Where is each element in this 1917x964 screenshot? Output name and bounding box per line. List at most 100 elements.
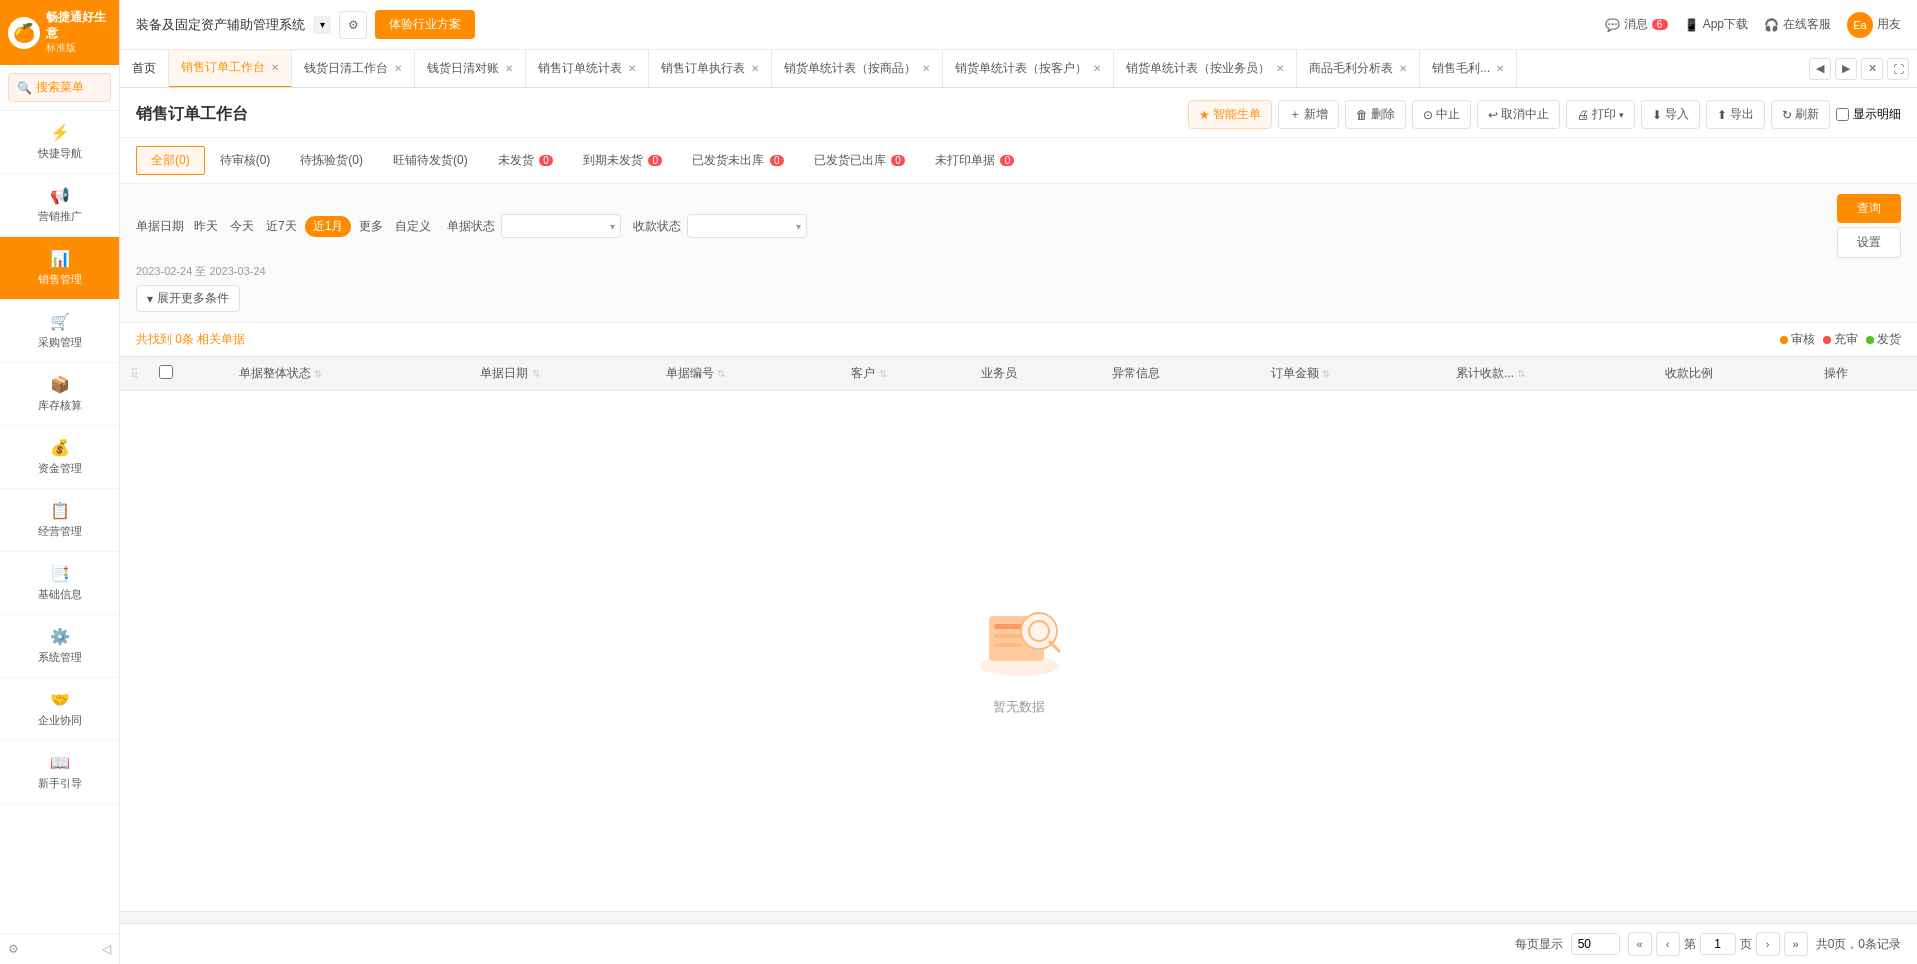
col-status[interactable]: 单据整体状态 ⇅	[229, 357, 471, 391]
tab-close-gross-margin[interactable]: ✕	[1399, 63, 1407, 74]
tab-scroll-left[interactable]: ◀	[1809, 58, 1831, 80]
filter-tab-wangpu[interactable]: 旺铺待发货(0)	[378, 146, 483, 175]
import-button[interactable]: ⬇ 导入	[1641, 100, 1700, 129]
filter-actions: 查询 设置	[1837, 194, 1901, 258]
tab-sales-stat[interactable]: 销售订单统计表 ✕	[526, 50, 649, 88]
per-page-select[interactable]: 50 20 100	[1571, 933, 1620, 955]
settings-button[interactable]: ⚙	[339, 11, 367, 39]
print-button[interactable]: 🖨 打印 ▾	[1566, 100, 1635, 129]
col-amount[interactable]: 订单金额 ⇅	[1261, 357, 1447, 391]
payment-select[interactable]	[687, 214, 807, 238]
show-detail-checkbox[interactable]	[1836, 108, 1849, 121]
sidebar-item-inventory[interactable]: 📦 库存核算	[0, 363, 119, 426]
tab-close-sales-more[interactable]: ✕	[1496, 63, 1504, 74]
add-button[interactable]: ＋ 新增	[1278, 100, 1339, 129]
refresh-button[interactable]: ↻ 刷新	[1771, 100, 1830, 129]
col-date[interactable]: 单据日期 ⇅	[470, 357, 656, 391]
review-batch-button[interactable]: 审核	[1780, 331, 1815, 348]
tab-sales-sum-product[interactable]: 销货单统计表（按商品） ✕	[772, 50, 943, 88]
tab-fullscreen[interactable]: ⛶	[1887, 58, 1909, 80]
ship-batch-button[interactable]: 发货	[1866, 331, 1901, 348]
expand-button[interactable]: ▾ 展开更多条件	[136, 285, 240, 312]
unreviewed-batch-button[interactable]: 充审	[1823, 331, 1858, 348]
page-number-input[interactable]	[1700, 933, 1736, 955]
collapse-icon[interactable]: ◁	[102, 942, 111, 956]
message-action[interactable]: 💬 消息 6	[1605, 16, 1668, 33]
date-opt-custom[interactable]: 自定义	[391, 216, 435, 237]
main-content: 装备及固定资产辅助管理系统 ▾ ⚙ 体验行业方案 💬 消息 6 📱 App下载 …	[120, 0, 1917, 964]
tab-close-sales-exec[interactable]: ✕	[751, 63, 759, 74]
sidebar-item-sys-mgmt[interactable]: ⚙️ 系统管理	[0, 615, 119, 678]
filter-tab-expired[interactable]: 到期未发货 0	[568, 146, 677, 175]
tab-close-sales-sum-staff[interactable]: ✕	[1276, 63, 1284, 74]
page-prev-button[interactable]: ‹	[1656, 932, 1680, 956]
tab-home[interactable]: 首页	[120, 50, 169, 88]
filter-setting-button[interactable]: 设置	[1837, 227, 1901, 258]
date-opt-1month[interactable]: 近1月	[305, 216, 352, 237]
status-select[interactable]	[501, 214, 621, 238]
sidebar-item-purchase[interactable]: 🛒 采购管理	[0, 300, 119, 363]
tab-close-all[interactable]: ✕	[1861, 58, 1883, 80]
sidebar-item-base-info[interactable]: 📑 基础信息	[0, 552, 119, 615]
col-customer[interactable]: 客户 ⇅	[841, 357, 970, 391]
date-opt-yesterday[interactable]: 昨天	[190, 216, 222, 237]
stop-button[interactable]: ⊙ 中止	[1412, 100, 1471, 129]
tab-sales-exec[interactable]: 销售订单执行表 ✕	[649, 50, 772, 88]
export-button[interactable]: ⬆ 导出	[1706, 100, 1765, 129]
tab-close-sales-stat[interactable]: ✕	[628, 63, 636, 74]
system-dropdown-button[interactable]: ▾	[313, 16, 331, 34]
horizontal-scrollbar[interactable]	[120, 911, 1917, 923]
filter-tab-not-printed[interactable]: 未打印单据 0	[920, 146, 1029, 175]
sidebar-item-guide[interactable]: 📖 新手引导	[0, 741, 119, 804]
cancel-stop-button[interactable]: ↩ 取消中止	[1477, 100, 1560, 129]
filter-tab-pending-inspect[interactable]: 待拣验货(0)	[285, 146, 378, 175]
tab-cash-daily[interactable]: 钱货日清工作台 ✕	[292, 50, 415, 88]
filter-tab-not-shipped[interactable]: 未发货 0	[483, 146, 568, 175]
app-download-action[interactable]: 📱 App下载	[1684, 16, 1748, 33]
online-service-action[interactable]: 🎧 在线客服	[1764, 16, 1831, 33]
message-icon: 💬	[1605, 18, 1620, 32]
col-number[interactable]: 单据编号 ⇅	[656, 357, 842, 391]
workspace-header: 销售订单工作台 ★ 智能生单 ＋ 新增 🗑 删除 ⊙	[120, 88, 1917, 138]
sidebar-item-ops[interactable]: 📋 经营管理	[0, 489, 119, 552]
sidebar-item-marketing[interactable]: 📢 营销推广	[0, 174, 119, 237]
col-collected[interactable]: 累计收款... ⇅	[1446, 357, 1655, 391]
sidebar-item-enterprise[interactable]: 🤝 企业协同	[0, 678, 119, 741]
tab-close-sales-order[interactable]: ✕	[271, 62, 279, 73]
industry-btn[interactable]: 体验行业方案	[375, 10, 475, 39]
page-first-button[interactable]: «	[1628, 932, 1652, 956]
sidebar-item-quick-nav[interactable]: ⚡ 快捷导航	[0, 111, 119, 174]
tab-cash-reconcile[interactable]: 钱货日清对账 ✕	[415, 50, 526, 88]
page-last-button[interactable]: »	[1784, 932, 1808, 956]
tab-sales-order[interactable]: 销售订单工作台 ✕	[169, 50, 292, 88]
filter-tab-pending-review[interactable]: 待审核(0)	[205, 146, 286, 175]
show-detail-label[interactable]: 显示明细	[1836, 106, 1901, 123]
date-opt-7days[interactable]: 近7天	[262, 216, 301, 237]
tab-sales-more[interactable]: 销售毛利... ✕	[1420, 50, 1517, 88]
select-all-checkbox[interactable]	[159, 365, 173, 379]
date-opt-more[interactable]: 更多	[355, 216, 387, 237]
settings-icon[interactable]: ⚙	[8, 942, 19, 956]
tab-gross-margin[interactable]: 商品毛利分析表 ✕	[1297, 50, 1420, 88]
filter-tab-shipped-out[interactable]: 已发货已出库 0	[799, 146, 920, 175]
smart-create-button[interactable]: ★ 智能生单	[1188, 100, 1272, 129]
tab-close-cash-daily[interactable]: ✕	[394, 63, 402, 74]
delete-button[interactable]: 🗑 删除	[1345, 100, 1406, 129]
page-next-button[interactable]: ›	[1756, 932, 1780, 956]
tab-close-sales-sum-customer[interactable]: ✕	[1093, 63, 1101, 74]
tab-close-cash-reconcile[interactable]: ✕	[505, 63, 513, 74]
date-opt-today[interactable]: 今天	[226, 216, 258, 237]
user-action[interactable]: Ea 用友	[1847, 12, 1901, 38]
tab-sales-sum-customer[interactable]: 销货单统计表（按客户） ✕	[943, 50, 1114, 88]
filter-tab-shipped-not-out[interactable]: 已发货未出库 0	[677, 146, 798, 175]
tab-sales-sum-staff[interactable]: 销货单统计表（按业务员） ✕	[1114, 50, 1297, 88]
search-menu-button[interactable]: 🔍 搜索菜单	[8, 73, 111, 102]
tab-close-sales-sum-product[interactable]: ✕	[922, 63, 930, 74]
sort-collected-icon: ⇅	[1517, 368, 1525, 379]
sidebar-item-sales[interactable]: 📊 销售管理	[0, 237, 119, 300]
filter-tab-all[interactable]: 全部(0)	[136, 146, 205, 175]
sidebar-item-finance[interactable]: 💰 资金管理	[0, 426, 119, 489]
query-button[interactable]: 查询	[1837, 194, 1901, 223]
col-staff: 业务员	[971, 357, 1102, 391]
tab-scroll-right[interactable]: ▶	[1835, 58, 1857, 80]
